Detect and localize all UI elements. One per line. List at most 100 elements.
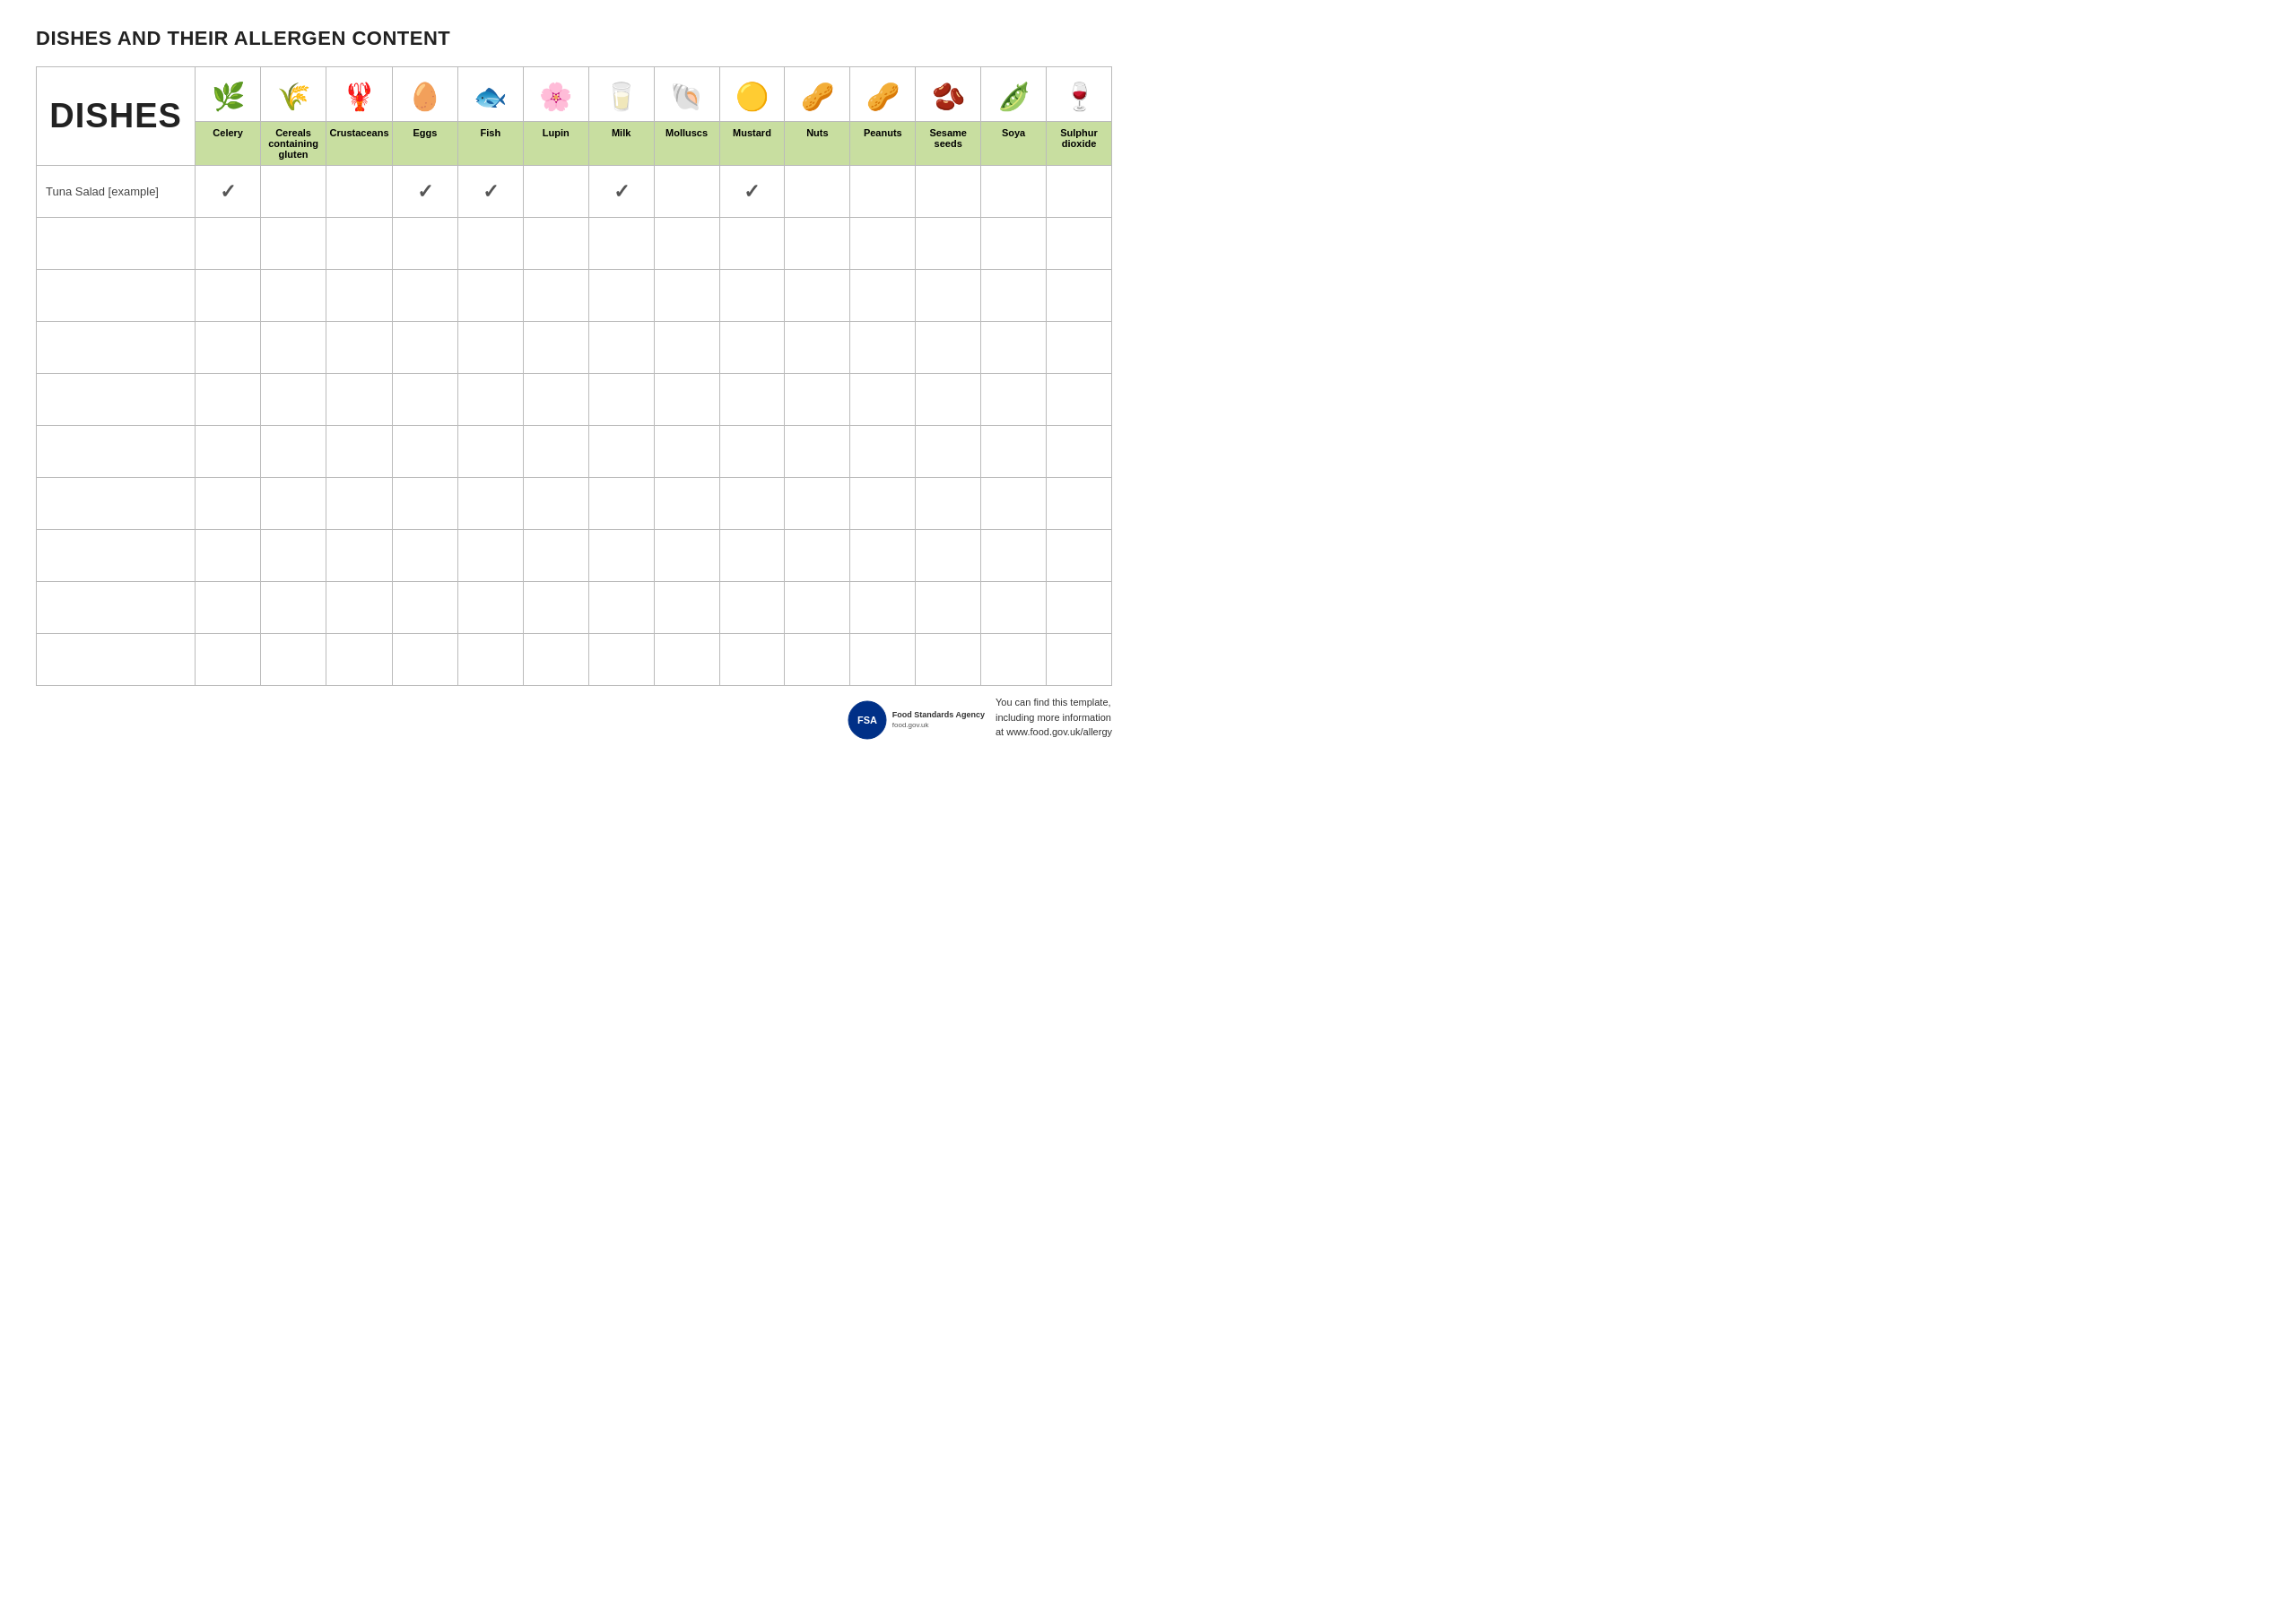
footer-logo-subtext: food.gov.uk (892, 721, 985, 729)
fish-check-cell (457, 634, 523, 686)
milk-check-cell (588, 582, 654, 634)
peanuts-check-cell (850, 166, 916, 218)
peanuts-check-cell (850, 582, 916, 634)
sulphur-check-cell (1047, 218, 1112, 270)
celery-check-cell (196, 478, 261, 530)
header-icons-row: DISHES 🌿🌾🦞🥚🐟🌸🥛🐚🟡🥜🥜🫘🫛🍷 (37, 67, 1112, 122)
nuts-check-cell (785, 270, 850, 322)
footer: FSA Food Standards Agency food.gov.uk Yo… (36, 695, 1112, 740)
footer-logo: FSA Food Standards Agency food.gov.uk (848, 700, 985, 740)
lupin-check-cell (523, 634, 588, 686)
eggs-check-cell (392, 426, 457, 478)
dish-name-cell (37, 374, 196, 426)
crustaceans-check-cell (326, 426, 393, 478)
sesame-check-cell (916, 426, 981, 478)
cereals-label: Cereals containing gluten (261, 122, 326, 166)
cereals-check-cell (261, 166, 326, 218)
sesame-check-cell (916, 166, 981, 218)
sulphur-label: Sulphur dioxide (1047, 122, 1112, 166)
lupin-check-cell (523, 270, 588, 322)
peanuts-check-cell (850, 530, 916, 582)
cereals-icon: 🌾 (261, 67, 326, 122)
fish-label: Fish (457, 122, 523, 166)
fish-check-cell (457, 478, 523, 530)
table-row (37, 322, 1112, 374)
fish-check-cell (457, 582, 523, 634)
lupin-check-cell (523, 478, 588, 530)
molluscs-icon: 🐚 (654, 67, 719, 122)
soya-check-cell (981, 270, 1047, 322)
soya-check-cell (981, 322, 1047, 374)
molluscs-check-cell (654, 634, 719, 686)
dish-name-cell: Tuna Salad [example] (37, 166, 196, 218)
lupin-label: Lupin (523, 122, 588, 166)
celery-check-cell (196, 426, 261, 478)
molluscs-label: Molluscs (654, 122, 719, 166)
soya-check-cell (981, 478, 1047, 530)
milk-check-cell (588, 530, 654, 582)
cereals-check-cell (261, 582, 326, 634)
milk-check-cell (588, 374, 654, 426)
page-title: DISHES AND THEIR ALLERGEN CONTENT (36, 27, 1112, 50)
crustaceans-check-cell (326, 634, 393, 686)
cereals-check-cell (261, 322, 326, 374)
molluscs-check-cell (654, 322, 719, 374)
milk-check-cell (588, 478, 654, 530)
celery-check-cell (196, 582, 261, 634)
mustard-check-cell (719, 478, 785, 530)
fsa-logo-icon: FSA (848, 700, 887, 740)
footer-info: You can find this template, including mo… (996, 695, 1112, 740)
molluscs-check-cell (654, 166, 719, 218)
crustaceans-check-cell (326, 582, 393, 634)
eggs-check-cell: ✓ (392, 166, 457, 218)
table-row: Tuna Salad [example]✓✓✓✓✓ (37, 166, 1112, 218)
table-row (37, 426, 1112, 478)
dish-name-cell (37, 530, 196, 582)
mustard-checkmark: ✓ (744, 180, 760, 203)
celery-label: Celery (196, 122, 261, 166)
mustard-check-cell (719, 218, 785, 270)
milk-check-cell (588, 322, 654, 374)
milk-check-cell (588, 634, 654, 686)
nuts-check-cell (785, 478, 850, 530)
crustaceans-check-cell (326, 218, 393, 270)
cereals-check-cell (261, 270, 326, 322)
soya-check-cell (981, 634, 1047, 686)
celery-check-cell (196, 374, 261, 426)
sulphur-check-cell (1047, 426, 1112, 478)
eggs-check-cell (392, 322, 457, 374)
soya-check-cell (981, 530, 1047, 582)
crustaceans-check-cell (326, 374, 393, 426)
milk-check-cell (588, 426, 654, 478)
dish-name-cell (37, 426, 196, 478)
nuts-check-cell (785, 322, 850, 374)
molluscs-check-cell (654, 218, 719, 270)
eggs-check-cell (392, 634, 457, 686)
nuts-check-cell (785, 426, 850, 478)
nuts-check-cell (785, 530, 850, 582)
fish-icon: 🐟 (457, 67, 523, 122)
fish-check-cell: ✓ (457, 166, 523, 218)
allergen-table: DISHES 🌿🌾🦞🥚🐟🌸🥛🐚🟡🥜🥜🫘🫛🍷 CeleryCereals cont… (36, 66, 1112, 686)
sulphur-check-cell (1047, 374, 1112, 426)
peanuts-label: Peanuts (850, 122, 916, 166)
dish-name-cell (37, 270, 196, 322)
dish-name-cell (37, 478, 196, 530)
sulphur-check-cell (1047, 530, 1112, 582)
celery-check-cell (196, 530, 261, 582)
milk-check-cell (588, 270, 654, 322)
sulphur-check-cell (1047, 166, 1112, 218)
peanuts-check-cell (850, 634, 916, 686)
soya-label: Soya (981, 122, 1047, 166)
nuts-check-cell (785, 374, 850, 426)
mustard-check-cell (719, 426, 785, 478)
fish-check-cell (457, 426, 523, 478)
crustaceans-icon: 🦞 (326, 67, 393, 122)
cereals-check-cell (261, 478, 326, 530)
mustard-label: Mustard (719, 122, 785, 166)
lupin-check-cell (523, 426, 588, 478)
sulphur-check-cell (1047, 478, 1112, 530)
soya-check-cell (981, 218, 1047, 270)
crustaceans-check-cell (326, 322, 393, 374)
molluscs-check-cell (654, 582, 719, 634)
